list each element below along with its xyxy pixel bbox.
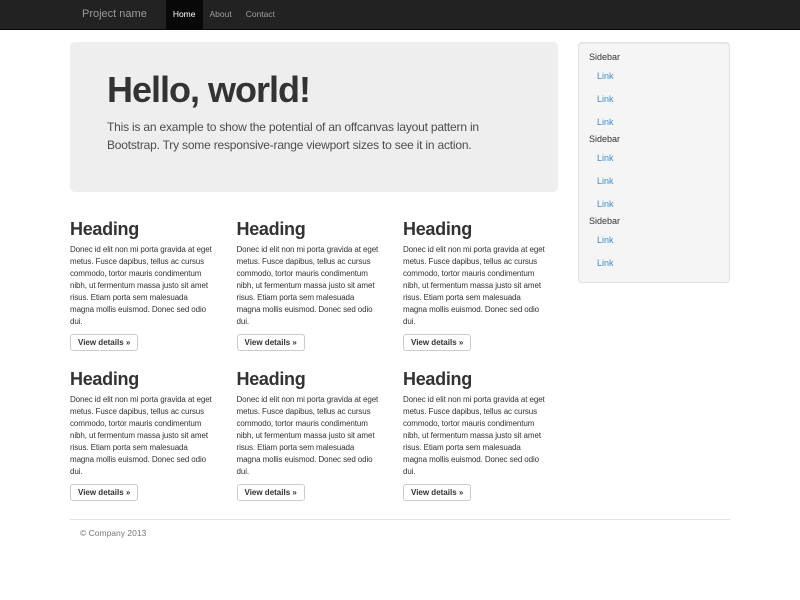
content-row: Hello, world! This is an example to show… <box>70 30 730 501</box>
page-container: Hello, world! This is an example to show… <box>70 30 730 538</box>
page-footer: © Company 2013 <box>70 519 730 538</box>
card: Heading Donec id elit non mi porta gravi… <box>403 369 558 501</box>
main-column: Hello, world! This is an example to show… <box>70 30 558 501</box>
nav-item-contact: Contact <box>239 0 282 29</box>
sidebar-link[interactable]: Link <box>589 228 719 251</box>
card-heading: Heading <box>237 369 392 389</box>
sidebar-link[interactable]: Link <box>589 169 719 192</box>
card: Heading Donec id elit non mi porta gravi… <box>70 219 225 351</box>
nav-link-about[interactable]: About <box>203 0 239 29</box>
sidebar-column: Sidebar Link Link Link Sidebar Link Link… <box>578 30 730 501</box>
jumbotron-text: This is an example to show the potential… <box>107 119 544 154</box>
navbar-container: Project name Home About Contact <box>70 0 730 29</box>
sidebar-link[interactable]: Link <box>589 87 719 110</box>
card-heading: Heading <box>70 369 225 389</box>
card: Heading Donec id elit non mi porta gravi… <box>403 219 558 351</box>
nav-link-home[interactable]: Home <box>166 0 203 29</box>
navbar-menu: Home About Contact <box>166 0 282 29</box>
sidebar-link[interactable]: Link <box>589 251 719 274</box>
jumbotron: Hello, world! This is an example to show… <box>70 42 558 192</box>
footer-divider <box>70 519 730 520</box>
nav-item-about: About <box>203 0 239 29</box>
card-heading: Heading <box>70 219 225 239</box>
view-details-button[interactable]: View details » <box>237 334 305 351</box>
jumbotron-title: Hello, world! <box>107 69 544 110</box>
cards-row-2: Heading Donec id elit non mi porta gravi… <box>70 369 558 501</box>
card: Heading Donec id elit non mi porta gravi… <box>70 369 225 501</box>
card-body-text: Donec id elit non mi porta gravida at eg… <box>70 394 225 478</box>
card-heading: Heading <box>403 219 558 239</box>
nav-item-home: Home <box>166 0 203 29</box>
sidebar-link[interactable]: Link <box>589 192 719 215</box>
view-details-button[interactable]: View details » <box>237 484 305 501</box>
card: Heading Donec id elit non mi porta gravi… <box>237 369 392 501</box>
card: Heading Donec id elit non mi porta gravi… <box>237 219 392 351</box>
sidebar-group-heading: Sidebar <box>589 133 719 146</box>
view-details-button[interactable]: View details » <box>403 334 471 351</box>
card-body-text: Donec id elit non mi porta gravida at eg… <box>237 244 392 328</box>
view-details-button[interactable]: View details » <box>70 334 138 351</box>
sidebar-group-heading: Sidebar <box>589 51 719 64</box>
top-navbar: Project name Home About Contact <box>0 0 800 30</box>
sidebar-link[interactable]: Link <box>589 146 719 169</box>
sidebar-link[interactable]: Link <box>589 64 719 87</box>
cards-row-1: Heading Donec id elit non mi porta gravi… <box>70 219 558 351</box>
copyright-text: © Company 2013 <box>80 528 730 538</box>
card-body-text: Donec id elit non mi porta gravida at eg… <box>70 244 225 328</box>
sidebar-link[interactable]: Link <box>589 110 719 133</box>
sidebar-well: Sidebar Link Link Link Sidebar Link Link… <box>578 42 730 283</box>
nav-link-contact[interactable]: Contact <box>239 0 282 29</box>
view-details-button[interactable]: View details » <box>70 484 138 501</box>
navbar-brand[interactable]: Project name <box>70 0 157 29</box>
card-body-text: Donec id elit non mi porta gravida at eg… <box>403 244 558 328</box>
view-details-button[interactable]: View details » <box>403 484 471 501</box>
card-body-text: Donec id elit non mi porta gravida at eg… <box>403 394 558 478</box>
card-heading: Heading <box>237 219 392 239</box>
card-heading: Heading <box>403 369 558 389</box>
sidebar-group-heading: Sidebar <box>589 215 719 228</box>
card-body-text: Donec id elit non mi porta gravida at eg… <box>237 394 392 478</box>
